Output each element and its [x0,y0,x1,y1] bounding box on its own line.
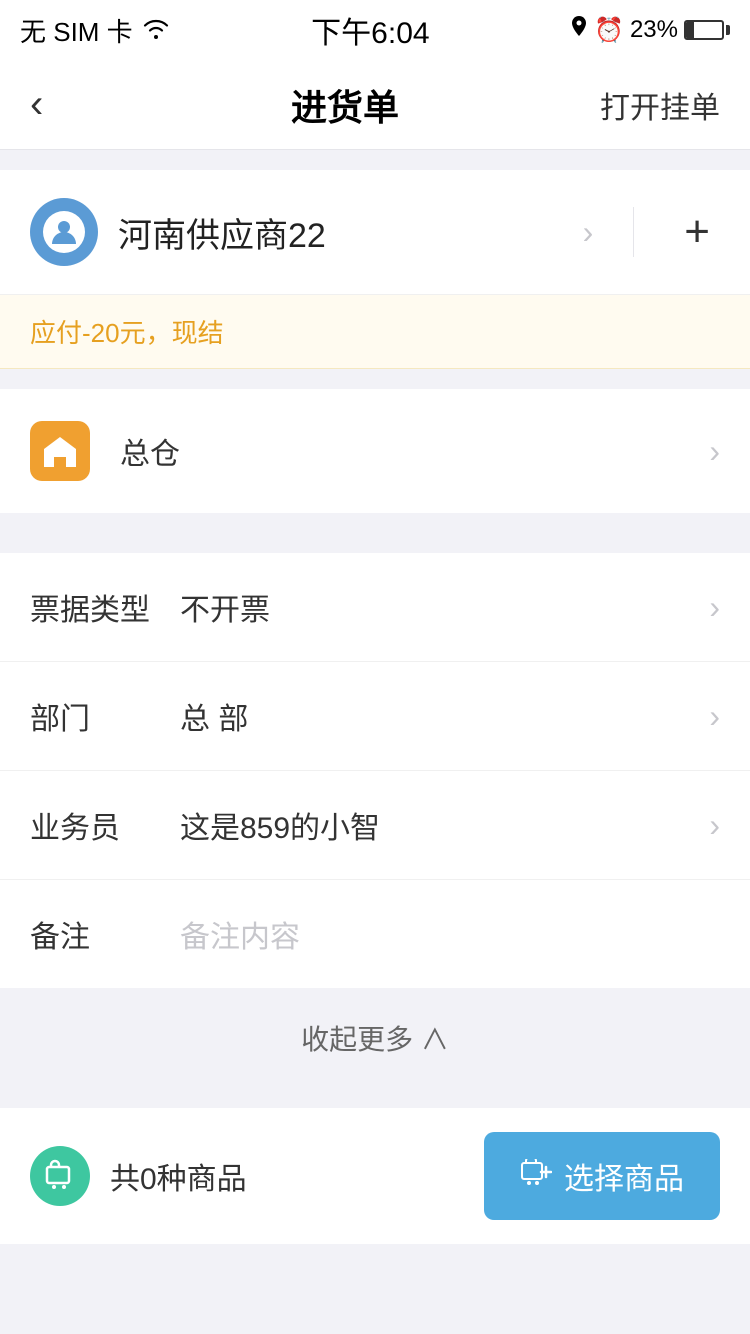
status-bar: 无 SIM 卡 下午6:04 ⏰ 23% [0,0,750,60]
salesperson-label: 业务员 [30,803,170,847]
battery-indicator [684,20,730,40]
salesperson-value: 这是859的小智 [170,803,709,847]
collapse-button[interactable]: 收起更多 ∧ [0,988,750,1088]
warehouse-row[interactable]: 总仓 › [0,389,750,513]
remark-row[interactable]: 备注 备注内容 [0,880,750,988]
status-time: 下午6:04 [311,8,429,52]
no-sim-label: 无 SIM 卡 [20,12,133,49]
supplier-card: 河南供应商22 › + 应付-20元，现结 [0,170,750,369]
status-right: ⏰ 23% [570,16,730,45]
section-gap-2 [0,369,750,389]
cart-icon [43,1159,77,1193]
salesperson-chevron-icon: › [709,807,720,844]
add-cart-icon [520,1159,552,1187]
department-chevron-icon: › [709,698,720,735]
back-button[interactable]: ‹ [30,82,90,127]
department-value: 总 部 [170,694,709,738]
section-gap-3 [0,513,750,533]
avatar-inner [43,211,85,253]
wifi-icon [141,15,171,46]
department-row[interactable]: 部门 总 部 › [0,662,750,771]
person-icon [49,217,79,247]
select-product-icon [520,1159,552,1194]
nav-bar: ‹ 进货单 打开挂单 [0,60,750,150]
house-icon [42,433,78,469]
supplier-row[interactable]: 河南供应商22 › + [0,170,750,295]
battery-percent: 23% [630,16,678,44]
select-product-button[interactable]: 选择商品 [484,1132,720,1220]
section-gap-1 [0,150,750,170]
warehouse-name: 总仓 [110,429,709,473]
vertical-divider [633,207,634,257]
warehouse-icon-wrapper [30,421,110,481]
bottom-section: 共0种商品 选择商品 [0,1108,750,1244]
warehouse-card: 总仓 › [0,389,750,513]
add-supplier-button[interactable]: + [674,207,720,257]
invoice-value: 不开票 [170,585,709,629]
open-pending-button[interactable]: 打开挂单 [600,83,720,127]
invoice-row[interactable]: 票据类型 不开票 › [0,553,750,662]
supplier-chevron-icon: › [583,214,594,251]
remark-input[interactable]: 备注内容 [170,912,720,956]
notice-banner: 应付-20元，现结 [0,295,750,369]
alarm-icon: ⏰ [594,16,624,45]
supplier-name: 河南供应商22 [118,208,583,257]
supplier-row-right: › + [583,207,720,257]
status-left: 无 SIM 卡 [20,12,171,49]
select-product-label: 选择商品 [564,1154,684,1198]
warehouse-icon [30,421,90,481]
form-section: 票据类型 不开票 › 部门 总 部 › 业务员 这是859的小智 › 备注 备注… [0,553,750,988]
collapse-label: 收起更多 ∧ [301,1018,449,1058]
remark-label: 备注 [30,912,170,956]
product-icon [30,1146,90,1206]
product-count-label: 共0种商品 [110,1154,464,1198]
page-title: 进货单 [291,79,399,131]
invoice-label: 票据类型 [30,585,170,629]
location-icon [570,16,588,45]
salesperson-row[interactable]: 业务员 这是859的小智 › [0,771,750,880]
department-label: 部门 [30,694,170,738]
supplier-avatar [30,198,98,266]
invoice-chevron-icon: › [709,589,720,626]
warehouse-chevron-icon: › [709,433,720,470]
